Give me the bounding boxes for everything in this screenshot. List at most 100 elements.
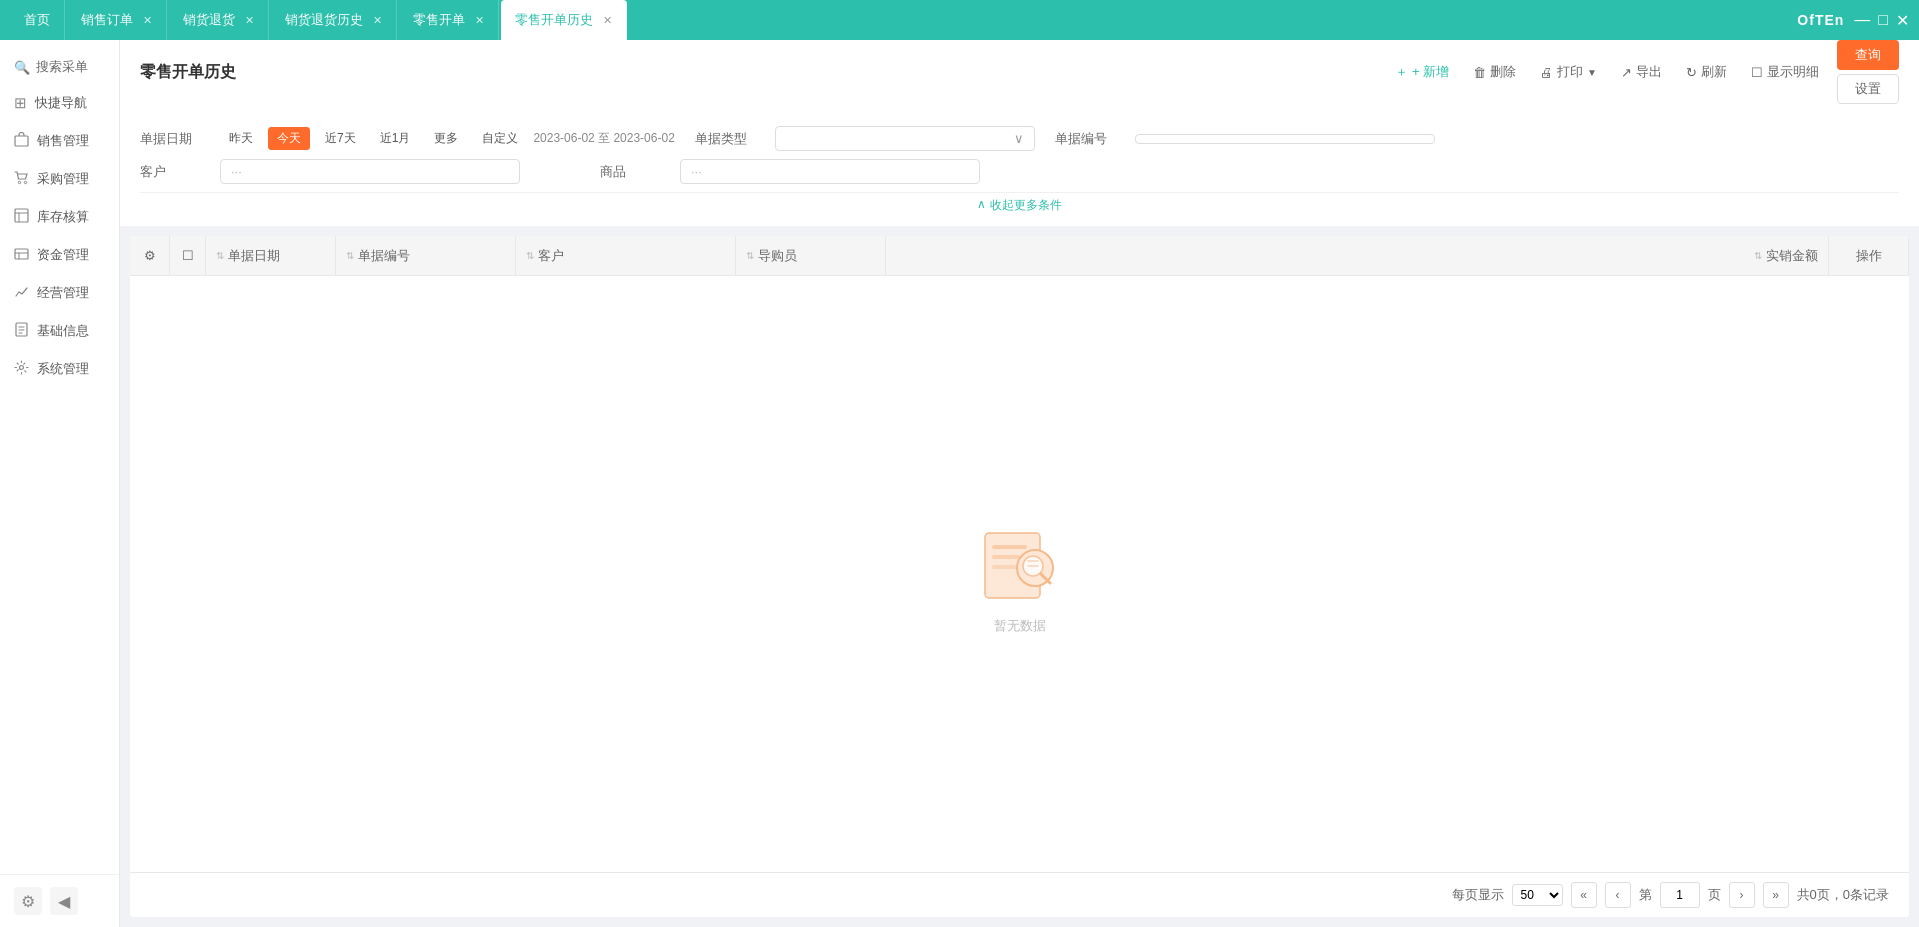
page-summary: 共0页，0条记录 <box>1797 886 1889 904</box>
finance-icon <box>14 246 29 264</box>
svg-point-6 <box>20 366 24 370</box>
th-customer[interactable]: ⇅ 客户 <box>516 236 736 275</box>
collapse-sidebar-btn[interactable]: ◀ <box>50 887 78 915</box>
sort-date-icon: ⇅ <box>216 250 224 261</box>
add-label: + 新增 <box>1412 63 1449 81</box>
system-icon <box>14 360 29 378</box>
empty-illustration <box>970 513 1070 603</box>
svg-rect-0 <box>15 136 28 146</box>
table-header: ⚙ ☐ ⇅ 单据日期 ⇅ 单据编号 ⇅ 客户 ⇅ <box>130 236 1909 276</box>
date-btn-today[interactable]: 今天 <box>268 127 310 150</box>
content-area: 零售开单历史 ＋ + 新增 🗑 删除 🖨 打印 ▼ <box>120 40 1919 927</box>
sidebar-item-finance[interactable]: 资金管理 <box>0 236 119 274</box>
doc-type-select[interactable]: ∨ <box>775 126 1035 151</box>
date-range-text: 2023-06-02 至 2023-06-02 <box>533 130 674 147</box>
tab-retail-open[interactable]: 零售开单 ✕ <box>399 0 499 40</box>
tab-retail-open-history-label: 零售开单历史 <box>515 11 593 29</box>
goods-placeholder: ··· <box>691 164 702 179</box>
pagination: 每页显示 50 100 200 « ‹ 第 页 › » 共0页，0条记录 <box>130 872 1909 917</box>
last-page-btn[interactable]: » <box>1763 882 1789 908</box>
sidebar-item-sales-mgmt[interactable]: 销售管理 <box>0 122 119 160</box>
current-page-input[interactable] <box>1660 882 1700 908</box>
tab-retail-open-close[interactable]: ✕ <box>475 14 484 27</box>
tab-sales-order[interactable]: 销售订单 ✕ <box>67 0 167 40</box>
th-amount-label: 实销金额 <box>1766 247 1818 265</box>
tab-retail-open-history[interactable]: 零售开单历史 ✕ <box>501 0 627 40</box>
collapse-row[interactable]: ∧ 收起更多条件 <box>140 192 1899 218</box>
date-btn-custom[interactable]: 自定义 <box>473 127 527 150</box>
settings-bottom-btn[interactable]: ⚙ <box>14 887 42 915</box>
sidebar-search-label: 搜索采单 <box>36 58 88 76</box>
close-btn[interactable]: ✕ <box>1896 11 1909 30</box>
sidebar-item-operations[interactable]: 经营管理 <box>0 274 119 312</box>
th-action: 操作 <box>1829 236 1909 275</box>
filter-row-1: 单据日期 昨天 今天 近7天 近1月 更多 自定义 2023-06-02 至 2… <box>140 126 1899 151</box>
th-amount[interactable]: ⇅ 实销金额 <box>886 236 1829 275</box>
th-order-no[interactable]: ⇅ 单据编号 <box>336 236 516 275</box>
doc-no-label: 单据编号 <box>1055 130 1115 148</box>
per-page-select[interactable]: 50 100 200 <box>1512 884 1563 906</box>
delete-icon: 🗑 <box>1473 65 1486 80</box>
sidebar-item-basic-info[interactable]: 基础信息 <box>0 312 119 350</box>
tab-home[interactable]: 首页 <box>10 0 65 40</box>
sidebar-item-quick-nav[interactable]: ⊞ 快捷导航 <box>0 84 119 122</box>
export-btn[interactable]: ↗ 导出 <box>1615 59 1668 85</box>
sidebar-item-purchase-mgmt[interactable]: 采购管理 <box>0 160 119 198</box>
th-date[interactable]: ⇅ 单据日期 <box>206 236 336 275</box>
th-settings[interactable]: ⚙ <box>130 236 170 275</box>
print-btn[interactable]: 🖨 打印 ▼ <box>1534 59 1603 85</box>
page-title-row: 零售开单历史 ＋ + 新增 🗑 删除 🖨 打印 ▼ <box>140 40 1899 104</box>
query-btn[interactable]: 查询 <box>1837 40 1899 70</box>
export-icon: ↗ <box>1621 65 1632 80</box>
tab-sales-return[interactable]: 销货退货 ✕ <box>169 0 269 40</box>
sidebar-item-inventory[interactable]: 库存核算 <box>0 198 119 236</box>
delete-btn[interactable]: 🗑 删除 <box>1467 59 1522 85</box>
empty-state: 暂无数据 <box>130 276 1909 872</box>
first-page-btn[interactable]: « <box>1571 882 1597 908</box>
date-btn-1month[interactable]: 近1月 <box>371 127 420 150</box>
sidebar-item-operations-label: 经营管理 <box>37 284 89 302</box>
settings-icon: ⚙ <box>144 248 156 263</box>
minimize-btn[interactable]: — <box>1854 11 1870 30</box>
page-label: 第 <box>1639 886 1652 904</box>
maximize-btn[interactable]: □ <box>1878 11 1888 30</box>
doc-no-input[interactable] <box>1135 134 1435 144</box>
tab-sales-order-label: 销售订单 <box>81 11 133 29</box>
tab-sales-return-history-close[interactable]: ✕ <box>373 14 382 27</box>
display-btn[interactable]: ☐ 显示明细 <box>1745 59 1825 85</box>
setting-btn[interactable]: 设置 <box>1837 74 1899 104</box>
th-guide-label: 导购员 <box>758 247 797 265</box>
th-order-no-label: 单据编号 <box>358 247 410 265</box>
date-btn-yesterday[interactable]: 昨天 <box>220 127 262 150</box>
doc-type-dropdown-icon: ∨ <box>1014 131 1024 146</box>
tab-retail-open-label: 零售开单 <box>413 11 465 29</box>
date-filter-label: 单据日期 <box>140 130 200 148</box>
th-date-label: 单据日期 <box>228 247 280 265</box>
add-icon: ＋ <box>1395 63 1408 81</box>
sort-order-no-icon: ⇅ <box>346 250 354 261</box>
sidebar-search[interactable]: 🔍 搜索采单 <box>0 50 119 84</box>
tab-retail-open-history-close[interactable]: ✕ <box>603 14 612 27</box>
goods-filter-label: 商品 <box>600 163 660 181</box>
sidebar-item-system[interactable]: 系统管理 <box>0 350 119 388</box>
sidebar-bottom: ⚙ ◀ <box>0 874 119 927</box>
prev-page-btn[interactable]: ‹ <box>1605 882 1631 908</box>
sort-amount-icon: ⇅ <box>1754 250 1762 261</box>
next-page-btn[interactable]: › <box>1729 882 1755 908</box>
svg-rect-8 <box>992 545 1027 549</box>
add-btn[interactable]: ＋ + 新增 <box>1389 59 1455 85</box>
refresh-btn[interactable]: ↻ 刷新 <box>1680 59 1733 85</box>
date-btn-7days[interactable]: 近7天 <box>316 127 365 150</box>
sidebar-item-purchase-mgmt-label: 采购管理 <box>37 170 89 188</box>
goods-input[interactable]: ··· <box>680 159 980 184</box>
th-guide[interactable]: ⇅ 导购员 <box>736 236 886 275</box>
svg-point-1 <box>18 181 20 183</box>
tab-sales-order-close[interactable]: ✕ <box>143 14 152 27</box>
customer-filter-label: 客户 <box>140 163 200 181</box>
customer-input[interactable]: ··· <box>220 159 520 184</box>
quick-nav-icon: ⊞ <box>14 94 27 112</box>
date-btn-more[interactable]: 更多 <box>425 127 467 150</box>
tab-sales-return-close[interactable]: ✕ <box>245 14 254 27</box>
th-checkbox[interactable]: ☐ <box>170 236 206 275</box>
tab-sales-return-history[interactable]: 销货退货历史 ✕ <box>271 0 397 40</box>
